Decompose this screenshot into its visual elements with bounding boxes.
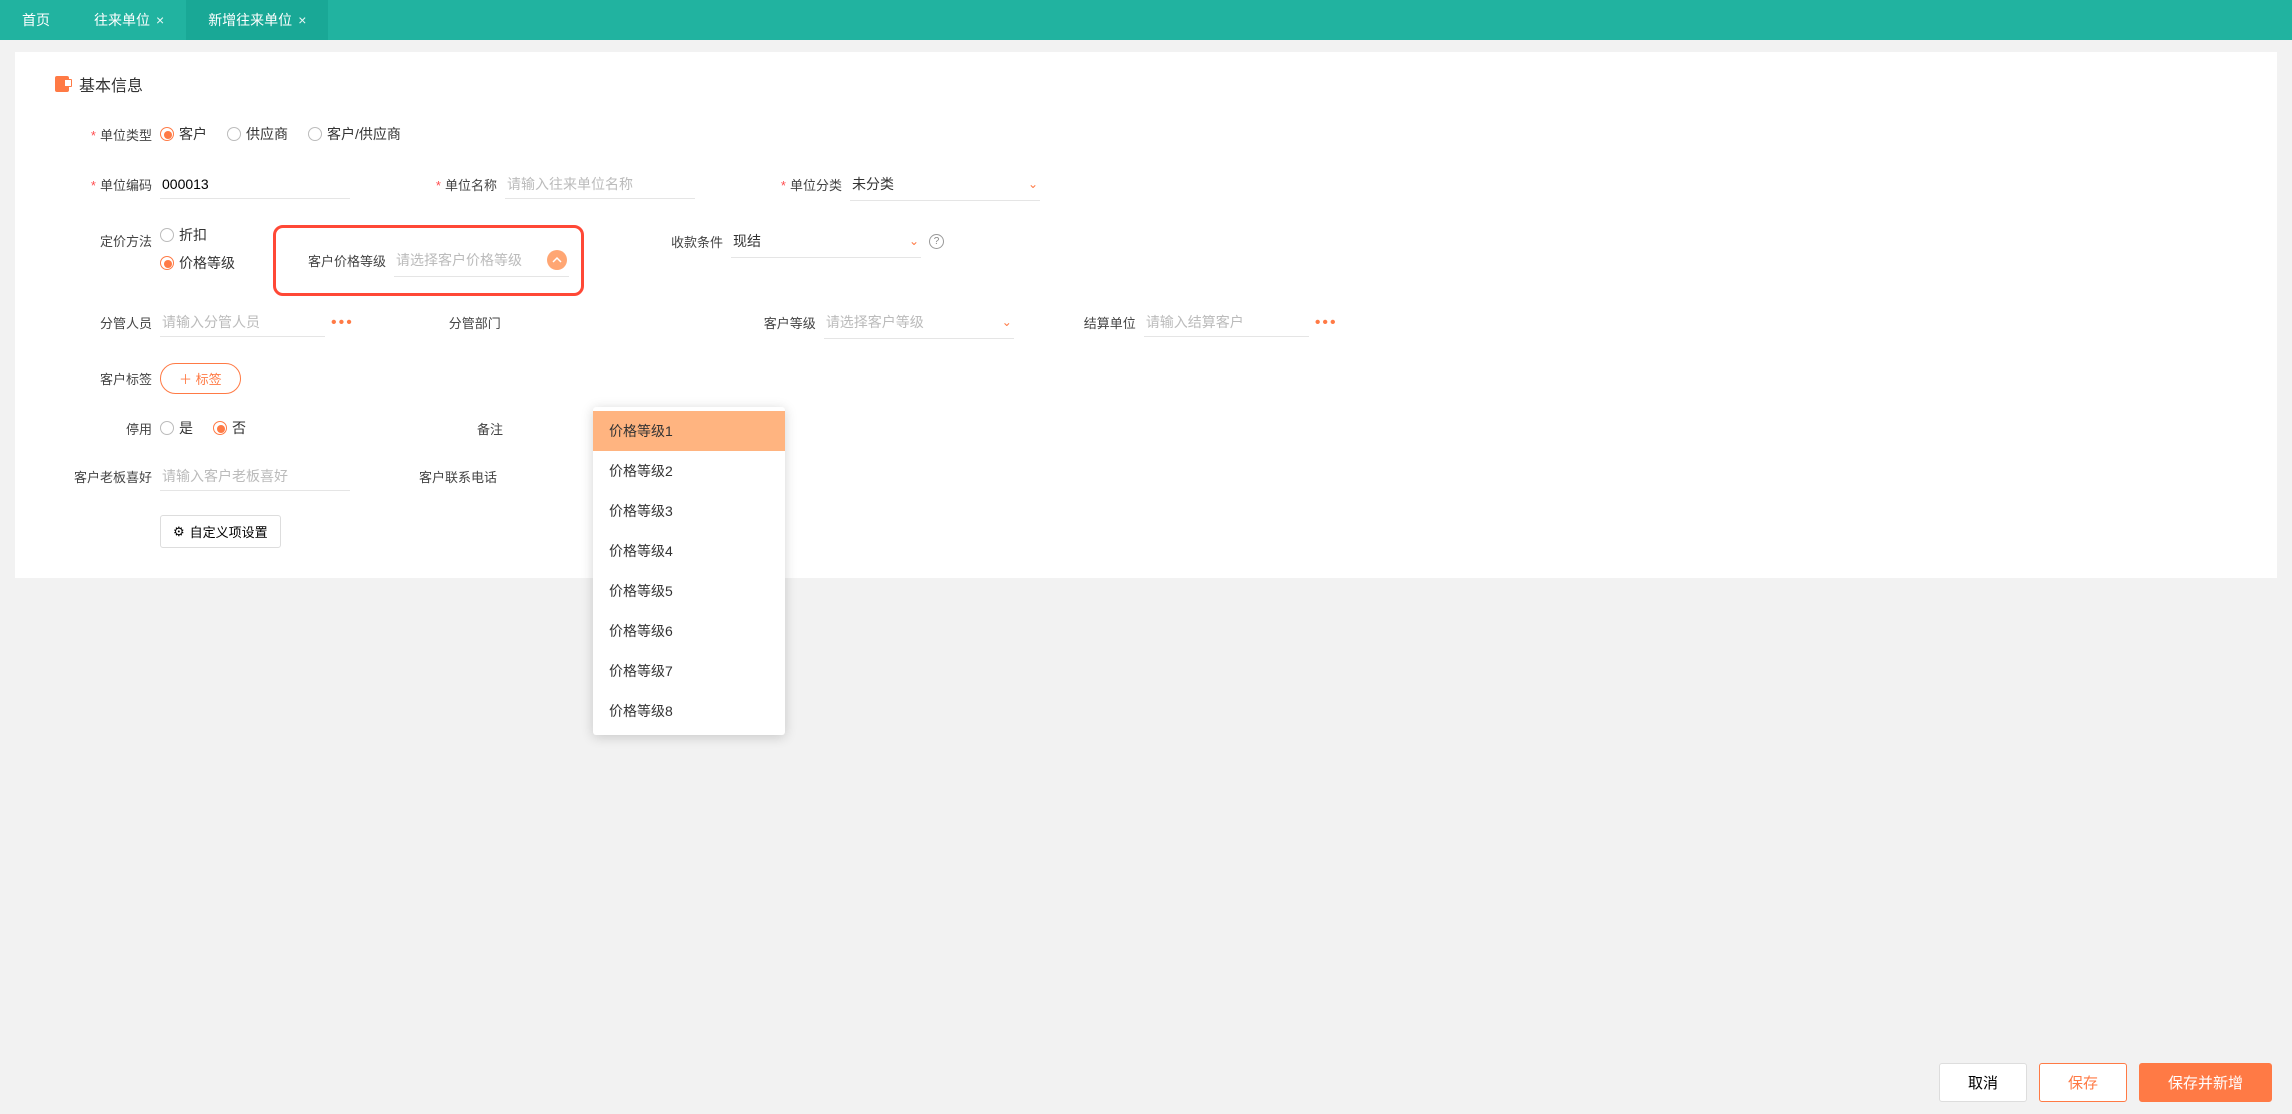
more-icon[interactable]: ••• — [331, 314, 354, 332]
footer-actions: 取消 保存 保存并新增 — [1939, 1063, 2272, 1102]
cancel-button[interactable]: 取消 — [1939, 1063, 2027, 1102]
price-level-select[interactable]: 请选择客户价格等级 — [394, 244, 569, 277]
form-icon — [55, 76, 69, 92]
dropdown-item[interactable]: 价格等级1 — [593, 411, 785, 451]
more-icon[interactable]: ••• — [1315, 314, 1338, 332]
price-level-highlight: 客户价格等级 请选择客户价格等级 — [273, 225, 584, 296]
section-title: 基本信息 — [55, 72, 2237, 96]
gear-icon: ⚙ — [173, 524, 185, 540]
tab-new-contact[interactable]: 新增往来单位× — [186, 0, 328, 40]
radio-disabled-no[interactable]: 否 — [213, 418, 246, 438]
help-icon[interactable]: ? — [929, 234, 944, 249]
dropdown-item[interactable]: 价格等级6 — [593, 611, 785, 651]
chevron-down-icon: ⌄ — [1028, 177, 1038, 191]
radio-supplier[interactable]: 供应商 — [227, 124, 288, 144]
dropdown-item[interactable]: 价格等级7 — [593, 651, 785, 691]
dropdown-item[interactable]: 价格等级5 — [593, 571, 785, 611]
chevron-down-icon: ⌄ — [1002, 315, 1012, 329]
tab-bar: 首页 往来单位× 新增往来单位× — [0, 0, 2292, 40]
payment-terms-select[interactable]: 现结 ⌄ — [731, 225, 921, 258]
close-icon[interactable]: × — [156, 12, 164, 28]
save-and-new-button[interactable]: 保存并新增 — [2139, 1063, 2272, 1102]
dropdown-item[interactable]: 价格等级3 — [593, 491, 785, 531]
price-level-dropdown: 价格等级1 价格等级2 价格等级3 价格等级4 价格等级5 价格等级6 价格等级… — [593, 407, 785, 735]
dropdown-item[interactable]: 价格等级2 — [593, 451, 785, 491]
form-panel: 基本信息 *单位类型 客户 供应商 客户/供应商 *单位编码 *单位名称 — [15, 52, 2277, 578]
staff-input[interactable] — [160, 308, 325, 337]
chevron-down-icon: ⌄ — [909, 234, 919, 248]
radio-disabled-yes[interactable]: 是 — [160, 418, 193, 438]
close-icon[interactable]: × — [298, 12, 306, 28]
radio-discount[interactable]: 折扣 — [160, 225, 235, 245]
dropdown-item[interactable]: 价格等级8 — [593, 691, 785, 731]
entity-name-input[interactable] — [505, 170, 695, 199]
boss-preference-input[interactable] — [160, 462, 350, 491]
entity-category-select[interactable]: 未分类 ⌄ — [850, 168, 1040, 201]
customer-level-select[interactable]: 请选择客户等级 ⌄ — [824, 306, 1014, 339]
radio-customer[interactable]: 客户 — [160, 124, 207, 144]
dropdown-item[interactable]: 价格等级4 — [593, 531, 785, 571]
settlement-input[interactable] — [1144, 308, 1309, 337]
radio-price-level[interactable]: 价格等级 — [160, 253, 235, 273]
tab-contacts[interactable]: 往来单位× — [72, 0, 186, 40]
tab-home[interactable]: 首页 — [0, 0, 72, 40]
custom-fields-button[interactable]: ⚙ 自定义项设置 — [160, 515, 281, 548]
entity-code-input[interactable] — [160, 170, 350, 199]
add-tag-button[interactable]: ＋ 标签 — [160, 363, 241, 394]
chevron-up-icon — [547, 250, 567, 270]
radio-both[interactable]: 客户/供应商 — [308, 124, 401, 144]
save-button[interactable]: 保存 — [2039, 1063, 2127, 1102]
